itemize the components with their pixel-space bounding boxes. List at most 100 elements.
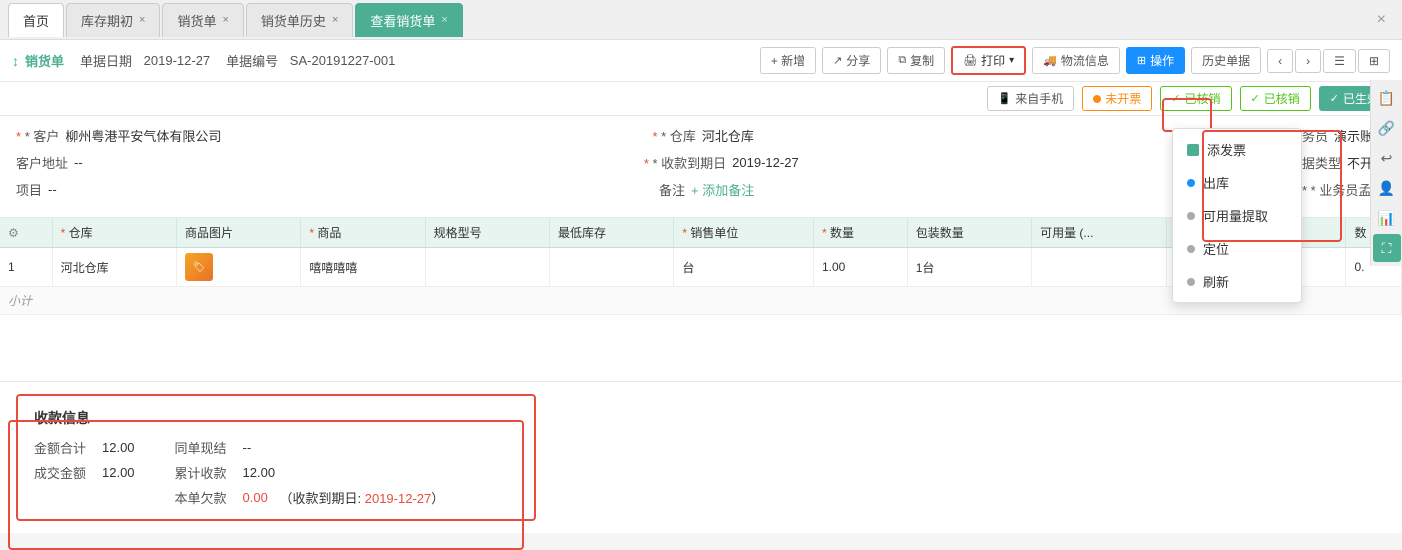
window-close-button[interactable]: × <box>1369 7 1394 33</box>
right-sidebar: 📋 🔗 ↩ 👤 📊 ⛶ <box>1370 80 1402 266</box>
outbound-label: 出库 <box>1203 173 1229 192</box>
logistics-button[interactable]: 🚚 物流信息 <box>1032 47 1120 74</box>
sidebar-icon-1[interactable]: 📋 <box>1373 84 1401 112</box>
doc-type-label: 销货单 <box>25 51 64 70</box>
tab-sales-history-label: 销货单历史 <box>261 11 326 30</box>
history-button[interactable]: 历史单据 <box>1191 47 1261 74</box>
copy-label: 复制 <box>910 52 934 69</box>
doc-date-label: 单据日期 <box>80 51 132 70</box>
check-label: 已核销 <box>1185 90 1221 107</box>
col-sales-unit: * 销售单位 <box>674 218 814 248</box>
outbound-icon <box>1187 179 1195 187</box>
bottom-section: 收款信息 金额合计 12.00 成交金额 12.00 同单现结 -- <box>0 381 1402 533</box>
new-label: + 新增 <box>771 52 805 69</box>
address-value: -- <box>74 155 83 170</box>
tab-home[interactable]: 首页 <box>8 3 64 37</box>
col-min-stock: 最低库存 <box>550 218 674 248</box>
owe-note: （收款到期日: 2019-12-27） <box>276 488 444 507</box>
check-button[interactable]: ✓ 已核销 <box>1160 86 1231 111</box>
dropdown-outbound[interactable]: 出库 <box>1173 166 1301 199</box>
col-gear: ⚙ <box>0 218 52 248</box>
history-label: 历史单据 <box>1202 52 1250 69</box>
add-note-button[interactable]: + 添加备注 <box>691 180 754 199</box>
cancelled-label: 已核销 <box>1264 90 1300 107</box>
owe-label: 本单欠款 <box>175 488 235 507</box>
amount-row: 金额合计 12.00 <box>34 438 135 457</box>
sidebar-icon-5[interactable]: 📊 <box>1373 204 1401 232</box>
customer-value: 柳州粤港平安气体有限公司 <box>65 126 221 145</box>
logistics-label: 物流信息 <box>1061 52 1109 69</box>
project-field: 项目 -- <box>16 180 643 199</box>
dropdown-available-qty[interactable]: 可用量提取 <box>1173 199 1301 232</box>
cell-image: 🏷 <box>176 248 300 287</box>
tab-bar: 首页 库存期初 × 销货单 × 销货单历史 × 查看销货单 × × <box>0 0 1402 40</box>
cell-product: 嘻嘻嘻嘻 <box>301 248 425 287</box>
transaction-value: 12.00 <box>102 465 135 480</box>
operate-button[interactable]: ⊞ 操作 <box>1126 47 1185 74</box>
operate-label: 操作 <box>1150 52 1174 69</box>
sidebar-icon-4[interactable]: 👤 <box>1373 174 1401 202</box>
cell-spec <box>425 248 549 287</box>
tab-view-sales-close[interactable]: × <box>441 14 447 26</box>
available-qty-label: 可用量提取 <box>1203 206 1268 225</box>
print-label: 打印 <box>981 52 1005 69</box>
same-order-label: 同单现结 <box>175 438 235 457</box>
tab-home-label: 首页 <box>23 11 49 30</box>
view-list-button[interactable]: ☰ <box>1323 49 1356 73</box>
share-label: 分享 <box>846 52 870 69</box>
not-opened-label: 未开票 <box>1105 90 1141 107</box>
tab-inventory-init[interactable]: 库存期初 × <box>66 3 160 37</box>
sidebar-icon-expand[interactable]: ⛶ <box>1373 234 1401 262</box>
tab-sales-order-close[interactable]: × <box>222 14 228 26</box>
tab-sales-history-close[interactable]: × <box>332 14 338 26</box>
amount-label: 金额合计 <box>34 438 94 457</box>
sidebar-icon-2[interactable]: 🔗 <box>1373 114 1401 142</box>
cell-num: 1 <box>0 248 52 287</box>
cell-pack-qty: 1台 <box>907 248 1031 287</box>
tab-inventory-init-close[interactable]: × <box>139 14 145 26</box>
tab-sales-order[interactable]: 销货单 × <box>162 3 243 37</box>
cell-sales-unit: 台 <box>674 248 814 287</box>
tab-view-sales-label: 查看销货单 <box>370 11 435 30</box>
col-available: 可用量 (... <box>1032 218 1167 248</box>
customer-label: * * 客户 <box>16 126 59 145</box>
cancelled-button[interactable]: ✓ 已核销 <box>1240 86 1311 111</box>
amount-value: 12.00 <box>102 440 135 455</box>
cell-warehouse: 河北仓库 <box>52 248 176 287</box>
same-order-row: 同单现结 -- <box>175 438 445 457</box>
view-grid-button[interactable]: ⊞ <box>1358 49 1390 73</box>
new-button[interactable]: + 新增 <box>760 47 816 74</box>
dropdown-refresh[interactable]: 刷新 <box>1173 265 1301 298</box>
from-phone-button[interactable]: 📱 来自手机 <box>987 86 1075 111</box>
tab-view-sales[interactable]: 查看销货单 × <box>355 3 462 37</box>
tab-sales-order-label: 销货单 <box>177 11 216 30</box>
cumulative-row: 累计收款 12.00 <box>175 463 445 482</box>
tab-inventory-init-label: 库存期初 <box>81 11 133 30</box>
print-button[interactable]: 🖨 打印 ▾ <box>951 46 1026 75</box>
sidebar-icon-3[interactable]: ↩ <box>1373 144 1401 172</box>
col-pack-qty: 包装数量 <box>907 218 1031 248</box>
tab-sales-history[interactable]: 销货单历史 × <box>246 3 353 37</box>
dropdown-add-invoice[interactable]: 添发票 <box>1173 133 1301 166</box>
note-label: 备注 <box>659 180 685 199</box>
add-note-label: + 添加备注 <box>691 180 754 199</box>
doc-type-icon: ↕ 销货单 <box>12 51 64 70</box>
cell-min-stock <box>550 248 674 287</box>
address-label: 客户地址 <box>16 153 68 172</box>
customer-field: * * 客户 柳州粤港平安气体有限公司 <box>16 126 636 145</box>
add-invoice-icon <box>1187 144 1199 156</box>
add-invoice-label: 添发票 <box>1207 140 1246 159</box>
dropdown-locate[interactable]: 定位 <box>1173 232 1301 265</box>
toolbar-actions: + 新增 ↗ 分享 ⧉ 复制 🖨 打印 ▾ 🚚 物流信息 ⊞ 操作 <box>760 46 1390 75</box>
share-button[interactable]: ↗ 分享 <box>822 47 881 74</box>
project-label: 项目 <box>16 180 42 199</box>
not-opened-button[interactable]: 未开票 <box>1082 86 1152 111</box>
copy-button[interactable]: ⧉ 复制 <box>887 47 945 74</box>
locate-icon <box>1187 245 1195 253</box>
nav-next-button[interactable]: › <box>1295 49 1321 73</box>
refresh-icon <box>1187 278 1195 286</box>
from-phone-label: 来自手机 <box>1015 90 1063 107</box>
payment-rows: 金额合计 12.00 成交金额 12.00 同单现结 -- 累计收款 <box>34 438 518 507</box>
payment-date-value: 2019-12-27 <box>732 155 799 170</box>
nav-prev-button[interactable]: ‹ <box>1267 49 1293 73</box>
